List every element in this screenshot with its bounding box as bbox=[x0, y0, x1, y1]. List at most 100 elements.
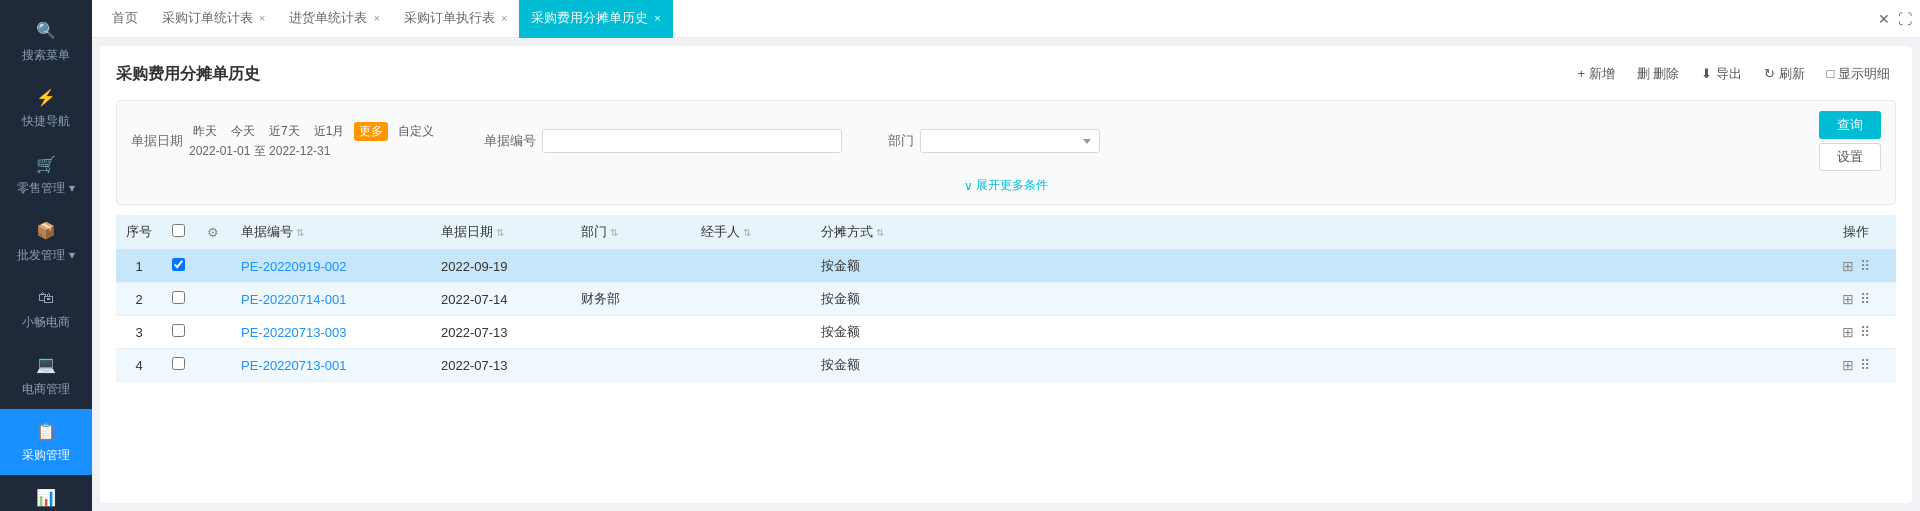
row-checkbox-1[interactable] bbox=[172, 291, 185, 304]
action-view-3[interactable]: ⊞ bbox=[1842, 357, 1854, 373]
page-header: 采购费用分摊单历史 + 新增 删 删除 ⬇ 导出 ↻ 刷新 □ 显示明细 bbox=[116, 62, 1896, 86]
cell-dept-3 bbox=[571, 349, 691, 382]
sort-icon-date[interactable]: ⇅ bbox=[496, 227, 504, 238]
cell-action-0: ⊞ ⠿ bbox=[1816, 250, 1896, 283]
tab-home[interactable]: 首页 bbox=[100, 0, 150, 38]
sidebar-item-quick-nav[interactable]: ⚡快捷导航 bbox=[0, 75, 92, 142]
cell-check-1[interactable] bbox=[162, 283, 195, 316]
sidebar-item-purchase[interactable]: 📋采购管理 bbox=[0, 409, 92, 476]
row-checkbox-3[interactable] bbox=[172, 357, 185, 370]
main-area: 首页采购订单统计表×进货单统计表×采购订单执行表×采购费用分摊单历史× ✕ ⛶ … bbox=[92, 0, 1920, 511]
sort-icon-doc-no[interactable]: ⇅ bbox=[296, 227, 304, 238]
tab-close-purchase-order-stats[interactable]: × bbox=[259, 12, 265, 24]
cell-num-3: 4 bbox=[116, 349, 162, 382]
shortcut-custom[interactable]: 自定义 bbox=[394, 122, 438, 141]
sidebar-icon-mini-shop: 🛍 bbox=[4, 285, 88, 311]
tab-bar-actions: ✕ ⛶ bbox=[1878, 11, 1912, 27]
cell-check-0[interactable] bbox=[162, 250, 195, 283]
shortcut-7days[interactable]: 近7天 bbox=[265, 122, 304, 141]
data-table-wrapper: 序号 ⚙ 单据编号⇅ 单据日期⇅ 部门⇅ 经手人⇅ bbox=[116, 215, 1896, 487]
dept-select[interactable] bbox=[920, 129, 1100, 153]
cell-action-3: ⊞ ⠿ bbox=[1816, 349, 1896, 382]
cell-method-2: 按金额 bbox=[811, 316, 1816, 349]
export-button[interactable]: ⬇ 导出 bbox=[1695, 62, 1748, 86]
show-columns-button[interactable]: □ 显示明细 bbox=[1821, 62, 1896, 86]
doc-no-link-1[interactable]: PE-20220714-001 bbox=[241, 292, 347, 307]
cell-num-0: 1 bbox=[116, 250, 162, 283]
filter-actions: 查询 设置 bbox=[1819, 111, 1881, 171]
tab-close-inbound-stats[interactable]: × bbox=[373, 12, 379, 24]
table-body: 1 PE-20220919-002 2022-09-19 按金额 ⊞ ⠿ 2 P… bbox=[116, 250, 1896, 382]
dept-filter: 部门 bbox=[888, 129, 1100, 153]
tab-purchase-order-exec[interactable]: 采购订单执行表× bbox=[392, 0, 519, 38]
cell-settings-1 bbox=[195, 283, 231, 316]
shortcut-yesterday[interactable]: 昨天 bbox=[189, 122, 221, 141]
sidebar-item-inventory[interactable]: 📊库存核算 bbox=[0, 475, 92, 511]
sidebar-item-mini-shop[interactable]: 🛍 小畅电商 bbox=[0, 275, 92, 342]
sidebar-item-retail[interactable]: 🛒零售管理 ▾ bbox=[0, 142, 92, 209]
sidebar-icon-retail: 🛒 bbox=[4, 152, 88, 178]
delete-button[interactable]: 删 删除 bbox=[1631, 62, 1686, 86]
tab-close-purchase-fee-split[interactable]: × bbox=[654, 12, 660, 24]
tab-purchase-order-stats[interactable]: 采购订单统计表× bbox=[150, 0, 277, 38]
refresh-button[interactable]: ↻ 刷新 bbox=[1758, 62, 1811, 86]
doc-no-link-0[interactable]: PE-20220919-002 bbox=[241, 259, 347, 274]
action-view-2[interactable]: ⊞ bbox=[1842, 324, 1854, 340]
sort-icon-method[interactable]: ⇅ bbox=[876, 227, 884, 238]
chevron-down-icon: ∨ bbox=[964, 179, 973, 193]
action-more-1[interactable]: ⠿ bbox=[1860, 291, 1870, 307]
page-title: 采购费用分摊单历史 bbox=[116, 64, 260, 85]
shortcut-more[interactable]: 更多 bbox=[354, 122, 388, 141]
sidebar-label-quick-nav: 快捷导航 bbox=[22, 114, 70, 128]
doc-no-link-3[interactable]: PE-20220713-001 bbox=[241, 358, 347, 373]
cell-date-2: 2022-07-13 bbox=[431, 316, 571, 349]
th-check bbox=[162, 215, 195, 250]
cell-date-0: 2022-09-19 bbox=[431, 250, 571, 283]
sidebar: 🔍搜索菜单⚡快捷导航🛒零售管理 ▾📦批发管理 ▾🛍小畅电商💻电商管理📋采购管理📊… bbox=[0, 0, 92, 511]
sidebar-icon-inventory: 📊 bbox=[4, 485, 88, 511]
th-settings[interactable]: ⚙ bbox=[195, 215, 231, 250]
th-method: 分摊方式⇅ bbox=[811, 215, 1816, 250]
tab-inbound-stats[interactable]: 进货单统计表× bbox=[277, 0, 391, 38]
date-shortcuts: 昨天 今天 近7天 近1月 更多 自定义 2022-01-01 至 2022-1… bbox=[189, 122, 438, 160]
close-window-icon[interactable]: ✕ bbox=[1878, 11, 1890, 27]
tab-close-purchase-order-exec[interactable]: × bbox=[501, 12, 507, 24]
th-num: 序号 bbox=[116, 215, 162, 250]
shortcut-today[interactable]: 今天 bbox=[227, 122, 259, 141]
action-view-0[interactable]: ⊞ bbox=[1842, 258, 1854, 274]
filter-settings-button[interactable]: 设置 bbox=[1819, 143, 1881, 171]
dept-label: 部门 bbox=[888, 132, 914, 150]
action-more-3[interactable]: ⠿ bbox=[1860, 357, 1870, 373]
cell-dept-0 bbox=[571, 250, 691, 283]
query-button[interactable]: 查询 bbox=[1819, 111, 1881, 139]
row-checkbox-0[interactable] bbox=[172, 258, 185, 271]
sidebar-item-search[interactable]: 🔍搜索菜单 bbox=[0, 8, 92, 75]
shortcut-1month[interactable]: 近1月 bbox=[310, 122, 349, 141]
action-more-0[interactable]: ⠿ bbox=[1860, 258, 1870, 274]
sort-icon-person[interactable]: ⇅ bbox=[743, 227, 751, 238]
cell-check-3[interactable] bbox=[162, 349, 195, 382]
expand-more-button[interactable]: ∨ 展开更多条件 bbox=[964, 177, 1048, 194]
tab-purchase-fee-split[interactable]: 采购费用分摊单历史× bbox=[519, 0, 672, 38]
action-view-1[interactable]: ⊞ bbox=[1842, 291, 1854, 307]
doc-no-input[interactable] bbox=[542, 129, 842, 153]
sidebar-item-ecommerce[interactable]: 💻电商管理 bbox=[0, 342, 92, 409]
fullscreen-icon[interactable]: ⛶ bbox=[1898, 11, 1912, 27]
select-all-checkbox[interactable] bbox=[172, 224, 185, 237]
date-filter: 单据日期 昨天 今天 近7天 近1月 更多 自定义 2022-01-01 至 2… bbox=[131, 122, 438, 160]
action-more-2[interactable]: ⠿ bbox=[1860, 324, 1870, 340]
row-checkbox-2[interactable] bbox=[172, 324, 185, 337]
sidebar-label-mini-shop: 小畅电商 bbox=[22, 315, 70, 329]
th-action: 操作 bbox=[1816, 215, 1896, 250]
th-person: 经手人⇅ bbox=[691, 215, 811, 250]
cell-check-2[interactable] bbox=[162, 316, 195, 349]
cell-date-1: 2022-07-14 bbox=[431, 283, 571, 316]
sort-icon-dept[interactable]: ⇅ bbox=[610, 227, 618, 238]
table-row: 3 PE-20220713-003 2022-07-13 按金额 ⊞ ⠿ bbox=[116, 316, 1896, 349]
cell-action-2: ⊞ ⠿ bbox=[1816, 316, 1896, 349]
add-button[interactable]: + 新增 bbox=[1571, 62, 1620, 86]
sidebar-item-wholesale[interactable]: 📦批发管理 ▾ bbox=[0, 208, 92, 275]
cell-docno-1: PE-20220714-001 bbox=[231, 283, 431, 316]
doc-no-link-2[interactable]: PE-20220713-003 bbox=[241, 325, 347, 340]
page-content: 采购费用分摊单历史 + 新增 删 删除 ⬇ 导出 ↻ 刷新 □ 显示明细 单据日… bbox=[100, 46, 1912, 503]
